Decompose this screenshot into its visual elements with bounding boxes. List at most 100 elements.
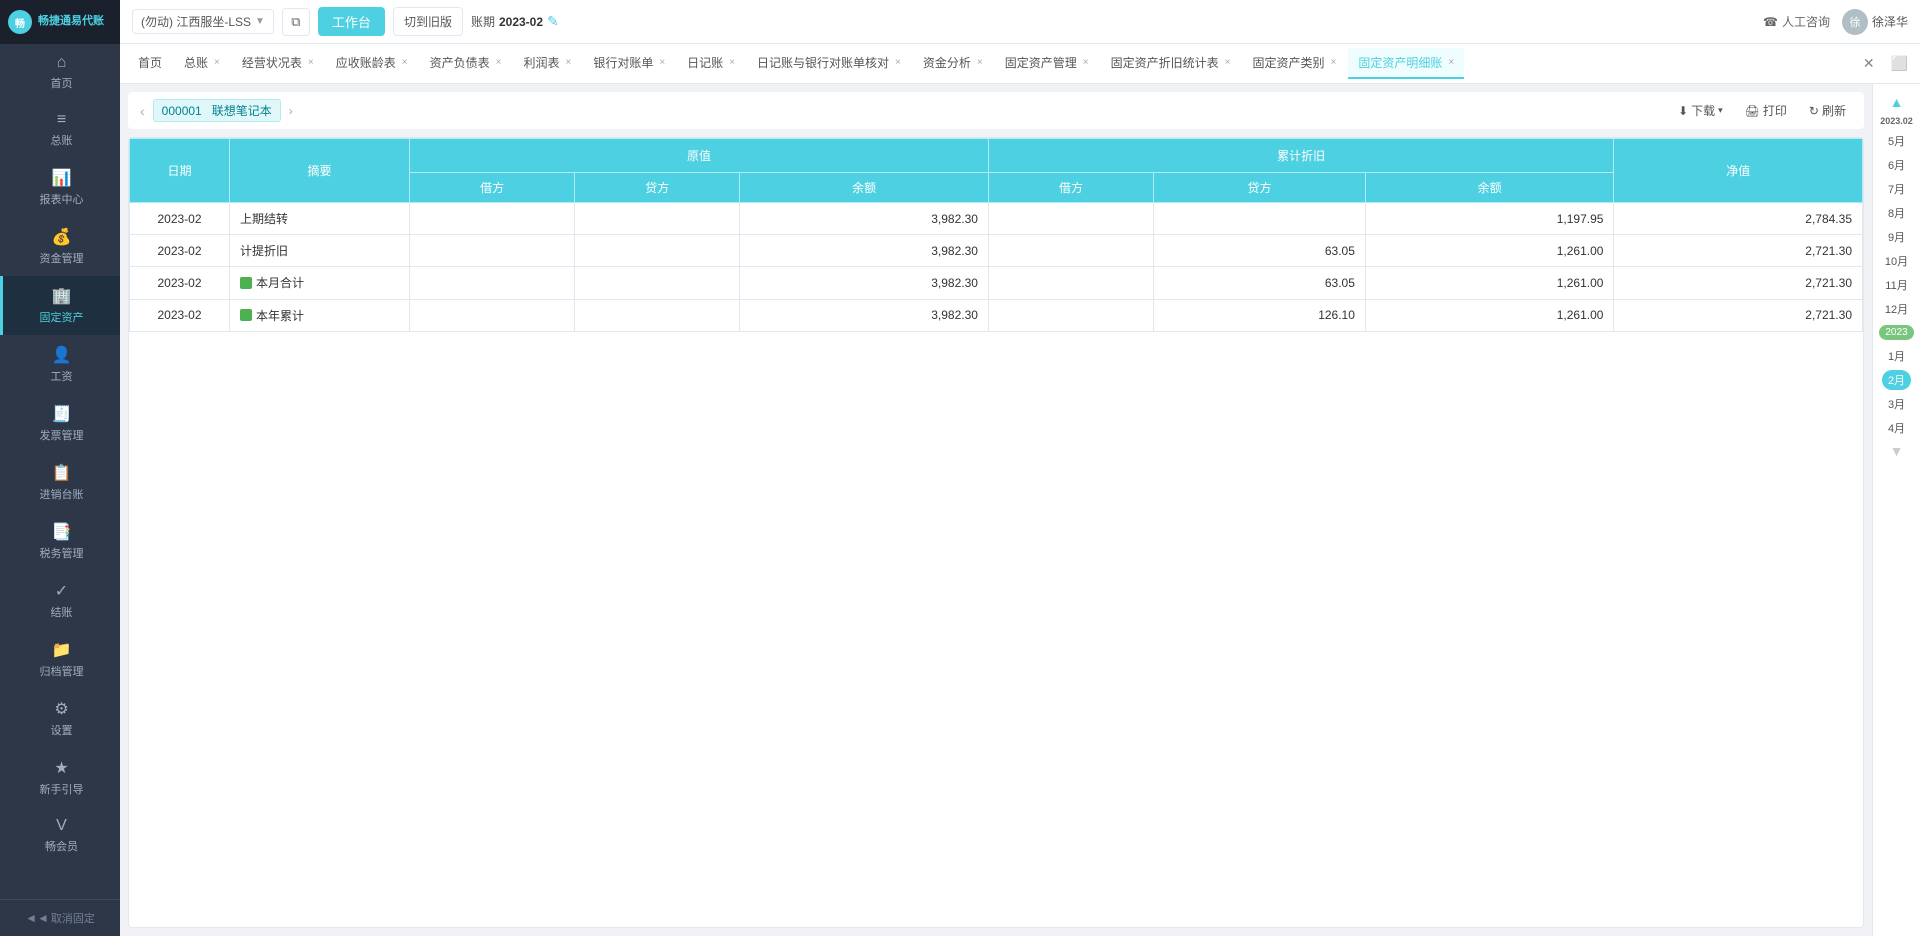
sidebar-label-funds: 资金管理: [40, 250, 84, 266]
download-button[interactable]: ⬇ 下载 ▾: [1672, 98, 1729, 123]
tab-label-ledger: 总账: [184, 54, 208, 71]
col-date: 日期: [130, 139, 230, 203]
company-name: (勿动) 江西服坐-LSS: [141, 13, 251, 30]
period-edit-icon[interactable]: ✎: [547, 13, 559, 30]
sidebar-item-archive[interactable]: 📁 归档管理: [0, 630, 120, 689]
tab-close-depreciation_stat[interactable]: ×: [1225, 57, 1231, 68]
user-name: 徐泽华: [1872, 13, 1908, 30]
tab-bank[interactable]: 银行对账单×: [583, 48, 675, 79]
right-panel-month-8[interactable]: 8月: [1873, 202, 1920, 224]
tab-ledger[interactable]: 总账 ×: [174, 48, 230, 79]
tab-close-fund[interactable]: ×: [977, 57, 983, 68]
download-icon: ⬇: [1678, 104, 1688, 118]
cell-orig-credit-1: [575, 235, 740, 267]
company-selector[interactable]: (勿动) 江西服坐-LSS ▼: [132, 9, 274, 34]
tab-label-profit: 利润表: [523, 54, 559, 71]
cell-date-2: 2023-02: [130, 267, 230, 300]
tab-close-reconcile[interactable]: ×: [895, 57, 901, 68]
sidebar-item-tax[interactable]: 📑 税务管理: [0, 512, 120, 571]
subnav-actions: ⬇ 下载 ▾ 🖨 打印 ↻ 刷新: [1672, 98, 1852, 123]
tab-close-asset_category[interactable]: ×: [1330, 57, 1336, 68]
sidebar-item-ledger[interactable]: ≡ 总账: [0, 101, 120, 158]
tab-close-profit[interactable]: ×: [565, 57, 571, 68]
tab-journal[interactable]: 日记账×: [677, 48, 745, 79]
switch-version-button[interactable]: 切到旧版: [393, 7, 463, 36]
tab-home[interactable]: 首页: [128, 48, 172, 79]
tab-fund[interactable]: 资金分析×: [913, 48, 993, 79]
right-panel-month-4[interactable]: 4月: [1873, 417, 1920, 439]
tab-asset_detail[interactable]: 固定资产明细账×: [1348, 48, 1464, 79]
table-body: 2023-02 上期结转 3,982.30 1,197.95 2,784.35 …: [130, 203, 1863, 332]
user-menu[interactable]: 徐 徐泽华: [1842, 9, 1908, 35]
tab-label-balance: 资产负债表: [430, 54, 490, 71]
right-panel-month-5[interactable]: 5月: [1873, 130, 1920, 152]
tab-close-asset_detail[interactable]: ×: [1448, 57, 1454, 68]
sidebar-item-guide[interactable]: ★ 新手引导: [0, 748, 120, 807]
col-net-value: 净值: [1614, 139, 1863, 203]
sidebar-item-invoice[interactable]: 🧾 发票管理: [0, 394, 120, 453]
cell-orig-credit-3: [575, 299, 740, 332]
period-label: 账期: [471, 13, 495, 30]
col-accum-credit: 贷方: [1154, 173, 1366, 203]
sidebar-item-member[interactable]: V 畅会员: [0, 807, 120, 864]
right-panel-month-1[interactable]: 1月: [1873, 345, 1920, 367]
sidebar-item-funds[interactable]: 💰 资金管理: [0, 217, 120, 276]
right-panel-month-7[interactable]: 7月: [1873, 178, 1920, 200]
right-panel-month-9[interactable]: 9月: [1873, 226, 1920, 248]
cell-net-value-0: 2,784.35: [1614, 203, 1863, 235]
tab-close-operation[interactable]: ×: [308, 57, 314, 68]
tab-operation[interactable]: 经营状况表×: [232, 48, 324, 79]
tab-close-journal[interactable]: ×: [729, 57, 735, 68]
workbench-button[interactable]: 工作台: [318, 7, 385, 36]
cell-accum-balance-3: 1,261.00: [1365, 299, 1614, 332]
sidebar-item-fixed_assets[interactable]: 🏢 固定资产: [0, 276, 120, 335]
tab-depreciation_stat[interactable]: 固定资产折旧统计表×: [1101, 48, 1241, 79]
table-row: 2023-02 上期结转 3,982.30 1,197.95 2,784.35: [130, 203, 1863, 235]
tab-label-receivable: 应收账龄表: [336, 54, 396, 71]
tab-asset_category[interactable]: 固定资产类别×: [1242, 48, 1346, 79]
sidebar-label-ledger: 总账: [51, 132, 73, 148]
right-panel-month-6[interactable]: 6月: [1873, 154, 1920, 176]
tabbar-maximize-btn[interactable]: ⬜: [1887, 51, 1912, 76]
refresh-button[interactable]: ↻ 刷新: [1803, 98, 1852, 123]
sidebar-item-sales[interactable]: 📋 进销台账: [0, 453, 120, 512]
table-row: 2023-02 本年累计 3,982.30 126.10 1,261.00 2,…: [130, 299, 1863, 332]
tabbar: 首页总账×经营状况表×应收账龄表×资产负债表×利润表×银行对账单×日记账×日记账…: [120, 44, 1920, 84]
copy-button[interactable]: ⧉: [282, 8, 310, 36]
tab-balance[interactable]: 资产负债表 ×: [420, 48, 512, 79]
tab-close-fixedasset_mgmt[interactable]: ×: [1083, 57, 1089, 68]
sidebar-item-settings[interactable]: ⚙ 设置: [0, 689, 120, 748]
scroll-up-icon[interactable]: ▲: [1890, 92, 1904, 112]
tab-close-receivable[interactable]: ×: [402, 57, 408, 68]
tab-close-bank[interactable]: ×: [659, 57, 665, 68]
right-panel: ▲ 2023.02 5月 6月 7月 8月 9月 10月 11月 12月 202…: [1872, 84, 1920, 936]
sidebar-item-settlement[interactable]: ✓ 结账: [0, 571, 120, 630]
scroll-down-icon[interactable]: ▼: [1890, 441, 1904, 461]
tab-reconcile[interactable]: 日记账与银行对账单核对×: [747, 48, 911, 79]
right-panel-month-11[interactable]: 11月: [1873, 274, 1920, 296]
sidebar-item-home[interactable]: ⌂ 首页: [0, 44, 120, 101]
tab-close-ledger[interactable]: ×: [214, 57, 220, 68]
right-panel-month-2-active[interactable]: 2月: [1882, 370, 1911, 390]
tabbar-close-all-btn[interactable]: ✕: [1859, 51, 1879, 76]
print-button[interactable]: 🖨 打印: [1739, 98, 1793, 123]
cell-orig-balance-3: 3,982.30: [740, 299, 989, 332]
tab-profit[interactable]: 利润表 ×: [513, 48, 581, 79]
tab-fixedasset_mgmt[interactable]: 固定资产管理×: [995, 48, 1099, 79]
tab-receivable[interactable]: 应收账龄表 ×: [326, 48, 418, 79]
cell-orig-debit-0: [410, 203, 575, 235]
table-container: 日期 摘要 原值 累计折旧 净值 借方 贷方 余额 借方 贷方 余额: [128, 137, 1864, 928]
service-button[interactable]: ☎ 人工咨询: [1763, 13, 1830, 30]
asset-code: 000001: [162, 104, 202, 118]
col-summary: 摘要: [230, 139, 410, 203]
right-panel-month-3[interactable]: 3月: [1873, 393, 1920, 415]
right-panel-month-10[interactable]: 10月: [1873, 250, 1920, 272]
right-panel-month-12[interactable]: 12月: [1873, 298, 1920, 320]
print-label: 打印: [1763, 102, 1787, 119]
sidebar-item-reports[interactable]: 📊 报表中心: [0, 158, 120, 217]
tabbar-actions: ✕ ⬜: [1859, 51, 1912, 76]
subnav-back-icon[interactable]: ‹: [140, 103, 145, 119]
sidebar-item-payroll[interactable]: 👤 工资: [0, 335, 120, 394]
tab-close-balance[interactable]: ×: [496, 57, 502, 68]
pin-toggle[interactable]: ◄◄ 取消固定: [0, 899, 120, 936]
